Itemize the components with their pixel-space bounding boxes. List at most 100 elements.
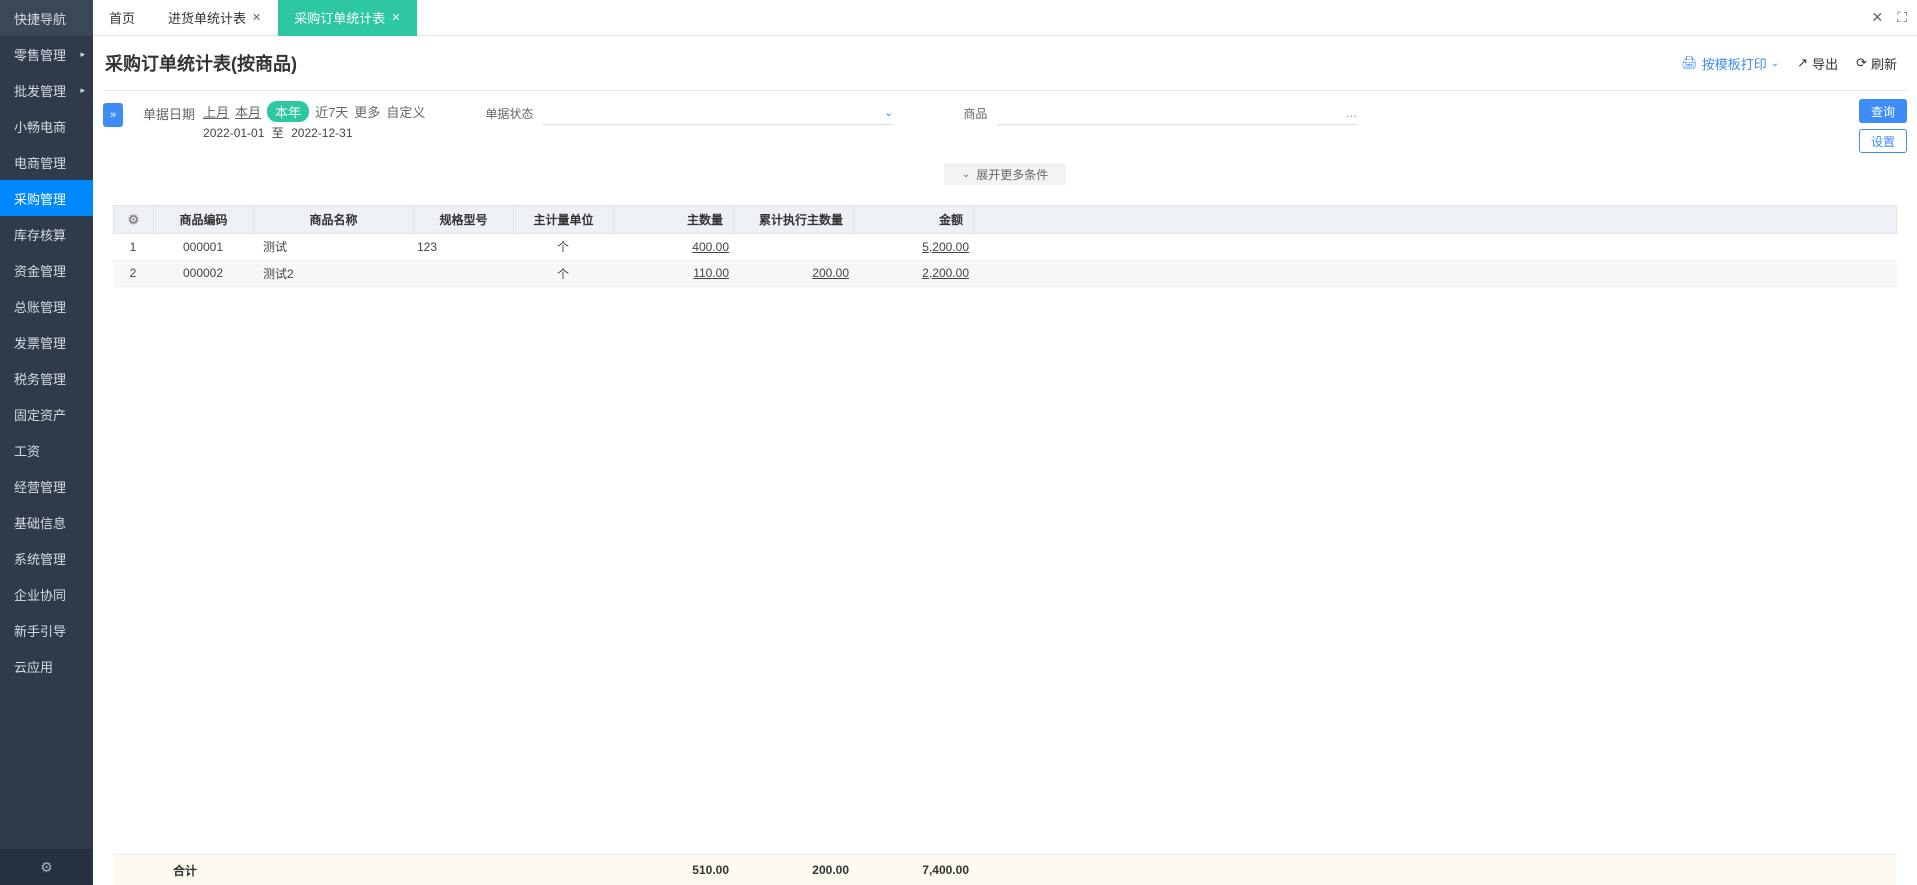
table-row[interactable]: 2000002测试2 个110.00200.002,200.00 [113, 260, 1897, 286]
tab-2[interactable]: 采购订单统计表 ✕ [278, 0, 417, 36]
sidebar-footer[interactable]: ⚙ [0, 849, 93, 885]
data-table-body: 1000001测试123个400.005,200.002000002测试2个11… [113, 234, 1897, 287]
sidebar-item-2[interactable]: 批发管理 ▸ [0, 72, 93, 108]
col-code[interactable]: 商品编码 [154, 206, 254, 234]
tabs-bar: 首页进货单统计表✕ 采购订单统计表 ✕ ✕ ⛶ [93, 0, 1917, 36]
sidebar-item-14[interactable]: 基础信息 [0, 504, 93, 540]
total-qty: 510.00 [613, 855, 733, 885]
export-label: 导出 [1812, 54, 1838, 73]
sidebar-item-7[interactable]: 资金管理 [0, 252, 93, 288]
status-select[interactable]: ⌄ [543, 101, 893, 125]
cell-exec[interactable] [733, 234, 853, 260]
sidebar-item-13[interactable]: 经营管理 [0, 468, 93, 504]
date-last-month[interactable]: 上月 [203, 102, 229, 121]
sidebar-item-label: 批发管理 [14, 81, 66, 100]
sidebar-item-label: 系统管理 [14, 549, 66, 568]
sidebar-item-label: 小畅电商 [14, 117, 66, 136]
expand-conditions[interactable]: ⌄ 展开更多条件 [944, 163, 1066, 185]
refresh-icon: ⟳ [1856, 55, 1867, 71]
sidebar-item-label: 固定资产 [14, 405, 66, 424]
more-icon: … [1345, 106, 1357, 120]
refresh-label: 刷新 [1871, 54, 1897, 73]
sidebar-item-3[interactable]: 小畅电商 [0, 108, 93, 144]
column-settings-icon[interactable]: ⚙ [128, 212, 140, 227]
date-custom[interactable]: 自定义 [386, 102, 425, 121]
fullscreen-icon[interactable]: ⛶ [1897, 9, 1907, 26]
print-template-button[interactable]: 🖨 按模板打印 ⌄ [1681, 54, 1779, 73]
col-name[interactable]: 商品名称 [254, 206, 414, 234]
chevron-down-icon: ⌄ [884, 106, 893, 119]
gear-icon: ⚙ [40, 859, 53, 876]
total-label: 合计 [153, 855, 253, 885]
table-row[interactable]: 1000001测试123个400.005,200.00 [113, 234, 1897, 260]
date-label: 单据日期 [143, 104, 195, 123]
sidebar-item-11[interactable]: 固定资产 [0, 396, 93, 432]
cell-code: 000002 [153, 260, 253, 286]
cell-amt[interactable]: 2,200.00 [853, 260, 973, 286]
cell-spec [413, 260, 513, 286]
tab-0[interactable]: 首页 [93, 0, 152, 36]
refresh-button[interactable]: ⟳ 刷新 [1856, 54, 1897, 73]
sidebar-item-12[interactable]: 工资 [0, 432, 93, 468]
col-qty[interactable]: 主数量 [614, 206, 734, 234]
date-this-month[interactable]: 本月 [235, 102, 261, 121]
chevron-down-icon: ⌄ [1771, 58, 1779, 69]
sidebar-item-9[interactable]: 发票管理 [0, 324, 93, 360]
date-this-year[interactable]: 本年 [267, 101, 309, 122]
page-head: 采购订单统计表(按商品) 🖨 按模板打印 ⌄ ↗ 导出 ⟳ 刷新 [93, 36, 1917, 90]
col-amt[interactable]: 金额 [854, 206, 974, 234]
sidebar-item-0[interactable]: 快捷导航 [0, 0, 93, 36]
goods-input[interactable]: … [997, 101, 1357, 125]
export-icon: ↗ [1797, 55, 1808, 71]
cell-name: 测试 [253, 234, 413, 260]
sidebar-item-6[interactable]: 库存核算 [0, 216, 93, 252]
col-exec[interactable]: 累计执行主数量 [734, 206, 854, 234]
sidebar-item-8[interactable]: 总账管理 [0, 288, 93, 324]
sidebar-item-label: 企业协同 [14, 585, 66, 604]
col-unit[interactable]: 主计量单位 [514, 206, 614, 234]
collapse-filter-button[interactable]: » [103, 103, 123, 127]
tab-label: 首页 [109, 8, 135, 27]
sidebar-item-16[interactable]: 企业协同 [0, 576, 93, 612]
cell-qty[interactable]: 400.00 [613, 234, 733, 260]
col-spec[interactable]: 规格型号 [414, 206, 514, 234]
cell-qty[interactable]: 110.00 [613, 260, 733, 286]
tab-1[interactable]: 进货单统计表✕ [152, 0, 278, 36]
settings-button[interactable]: 设置 [1859, 129, 1907, 153]
date-more[interactable]: 更多 [354, 102, 380, 121]
cell-idx: 2 [113, 260, 153, 286]
caret-right-icon: ▸ [80, 49, 85, 60]
sidebar-item-10[interactable]: 税务管理 [0, 360, 93, 396]
print-icon: 🖨 [1681, 55, 1698, 71]
sidebar-item-label: 发票管理 [14, 333, 66, 352]
sidebar-item-15[interactable]: 系统管理 [0, 540, 93, 576]
sidebar-item-label: 采购管理 [14, 189, 66, 208]
sidebar-item-4[interactable]: 电商管理 [0, 144, 93, 180]
sidebar-item-label: 总账管理 [14, 297, 66, 316]
export-button[interactable]: ↗ 导出 [1797, 54, 1838, 73]
sidebar-item-label: 云应用 [14, 657, 53, 676]
cell-spec: 123 [413, 234, 513, 260]
sidebar-item-5[interactable]: 采购管理 [0, 180, 93, 216]
cell-unit: 个 [513, 260, 613, 286]
date-7d[interactable]: 近7天 [315, 102, 348, 121]
goods-label: 商品 [963, 105, 987, 122]
expand-label: 展开更多条件 [976, 166, 1048, 183]
sidebar-item-label: 经营管理 [14, 477, 66, 496]
sidebar-item-label: 电商管理 [14, 153, 66, 172]
caret-right-icon: ▸ [80, 85, 85, 96]
cell-exec[interactable]: 200.00 [733, 260, 853, 286]
sidebar-item-17[interactable]: 新手引导 [0, 612, 93, 648]
cell-name: 测试2 [253, 260, 413, 286]
date-range: 2022-01-01 至 2022-12-31 [203, 124, 425, 141]
close-all-icon[interactable]: ✕ [1871, 9, 1883, 26]
side-menu: 快捷导航零售管理▸ 批发管理 ▸ 小畅电商电商管理采购管理库存核算资金管理总账管理发票… [0, 0, 93, 849]
close-icon[interactable]: ✕ [252, 11, 261, 24]
cell-amt[interactable]: 5,200.00 [853, 234, 973, 260]
query-button[interactable]: 查询 [1859, 99, 1907, 123]
close-icon[interactable]: ✕ [391, 11, 400, 24]
sidebar-item-1[interactable]: 零售管理▸ [0, 36, 93, 72]
cell-unit: 个 [513, 234, 613, 260]
sidebar-item-18[interactable]: 云应用 [0, 648, 93, 684]
tab-label: 采购订单统计表 [294, 8, 385, 27]
